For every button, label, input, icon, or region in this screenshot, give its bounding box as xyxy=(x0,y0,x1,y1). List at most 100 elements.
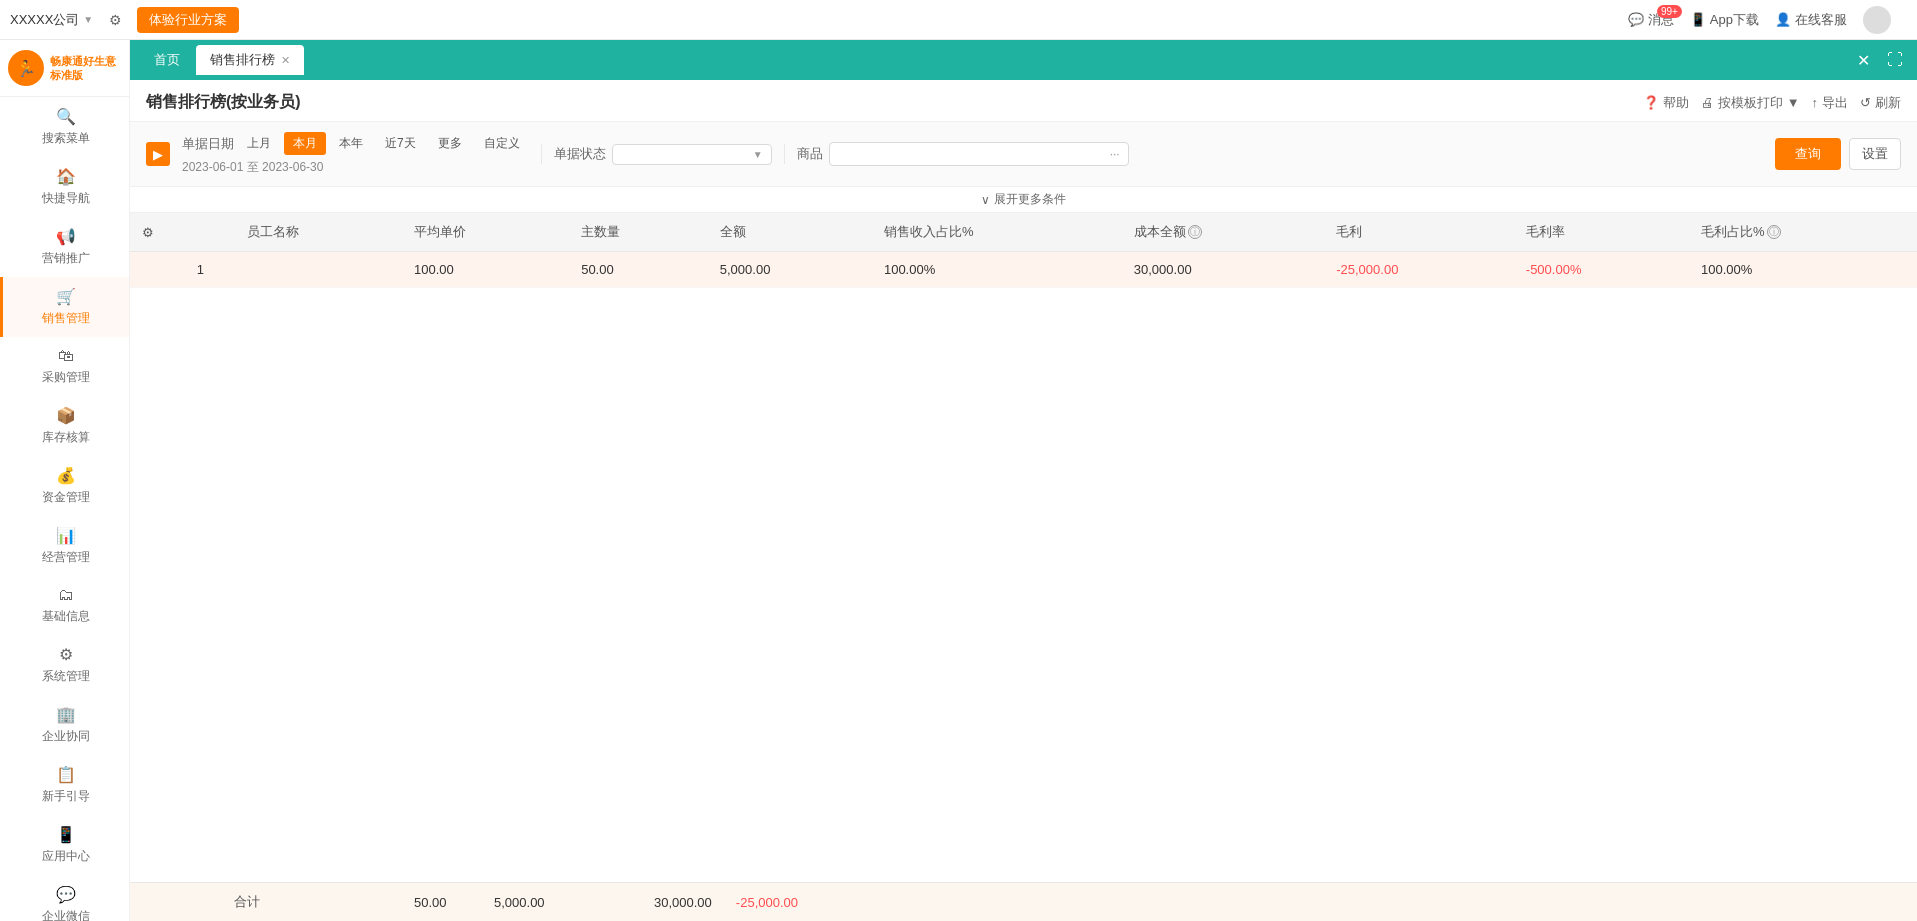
sidebar-item-wechat[interactable]: 💬 企业微信 xyxy=(0,875,129,921)
col-employee: 员工名称 xyxy=(235,213,402,252)
sidebar-logo: 🏃 畅康通好生意 标准版 xyxy=(0,40,129,97)
finance-icon: 💰 xyxy=(56,466,76,485)
message-badge: 99+ xyxy=(1657,5,1682,18)
filter-separator-2 xyxy=(784,144,785,164)
sidebar-item-finance[interactable]: 💰 资金管理 xyxy=(0,456,129,516)
tab-close-icon[interactable]: ✕ xyxy=(281,54,290,67)
wechat-icon: 💬 xyxy=(56,885,76,904)
sidebar-label-quick-nav: 快捷导航 xyxy=(42,190,90,207)
row-gross-ratio-cell: 100.00% xyxy=(1689,252,1917,288)
sidebar-item-purchase[interactable]: 🛍 采购管理 xyxy=(0,337,129,396)
sidebar-item-business[interactable]: 📊 经营管理 xyxy=(0,516,129,576)
sidebar-item-basic[interactable]: 🗂 基础信息 xyxy=(0,576,129,635)
export-label: 导出 xyxy=(1822,94,1848,112)
goods-more-icon[interactable]: ··· xyxy=(1110,147,1120,161)
online-service-btn[interactable]: 👤 在线客服 xyxy=(1775,11,1847,29)
tab-bar: 首页 销售排行榜 ✕ ✕ ⛶ xyxy=(130,40,1917,80)
page-content: 销售排行榜(按业务员) ❓ 帮助 🖨 按模板打印 ▼ ↑ 导出 xyxy=(130,80,1917,921)
date-filter-group: 单据日期 上月 本月 本年 近7天 更多 自定义 2023-06-01 至 20… xyxy=(182,132,529,176)
company-selector[interactable]: XXXXX公司 ▼ xyxy=(10,11,93,29)
basic-icon: 🗂 xyxy=(58,586,74,604)
col-gross: 毛利 xyxy=(1324,213,1514,252)
content-area: 首页 销售排行榜 ✕ ✕ ⛶ 销售排行榜(按业务员) ❓ 帮助 xyxy=(130,40,1917,921)
export-btn[interactable]: ↑ 导出 xyxy=(1812,94,1849,112)
guide-icon: 📋 xyxy=(56,765,76,784)
row-settings-cell xyxy=(130,252,166,288)
refresh-label: 刷新 xyxy=(1875,94,1901,112)
status-filter-label: 单据状态 xyxy=(554,145,606,163)
sidebar-item-guide[interactable]: 📋 新手引导 xyxy=(0,755,129,815)
sidebar-item-inventory[interactable]: 📦 库存核算 xyxy=(0,396,129,456)
date-btn-7days[interactable]: 近7天 xyxy=(376,132,425,155)
enterprise-icon: 🏢 xyxy=(56,705,76,724)
logo-text: 畅康通好生意 标准版 xyxy=(50,54,116,83)
help-btn[interactable]: ❓ 帮助 xyxy=(1643,94,1689,112)
search-icon: 🔍 xyxy=(56,107,76,126)
sidebar-item-quick-nav[interactable]: 🏠 快捷导航 xyxy=(0,157,129,217)
top-header: XXXXX公司 ▼ ⚙ 体验行业方案 💬 消息 99+ 📱 App下载 👤 在线… xyxy=(0,0,1917,40)
footer-gross: -25,000.00 xyxy=(724,895,810,910)
template-print-btn[interactable]: 🖨 按模板打印 ▼ xyxy=(1701,94,1800,112)
purchase-icon: 🛍 xyxy=(58,347,74,365)
company-name: XXXXX公司 xyxy=(10,11,79,29)
sidebar-label-wechat: 企业微信 xyxy=(42,908,90,921)
filter-separator-1 xyxy=(541,144,542,164)
filter-expand-arrow[interactable]: ▶ xyxy=(146,142,170,166)
print-icon: 🖨 xyxy=(1701,95,1714,110)
sidebar-item-system[interactable]: ⚙ 系统管理 xyxy=(0,635,129,695)
sidebar-item-sales[interactable]: 🛒 销售管理 xyxy=(0,277,129,337)
refresh-btn[interactable]: ↺ 刷新 xyxy=(1860,94,1901,112)
date-btn-this-year[interactable]: 本年 xyxy=(330,132,372,155)
home-icon: 🏠 xyxy=(56,167,76,186)
cost-info-icon[interactable]: ⓘ xyxy=(1188,225,1202,239)
tab-sales-rank[interactable]: 销售排行榜 ✕ xyxy=(196,45,304,75)
row-rank-cell: 1 xyxy=(166,252,235,288)
row-cost-cell: 30,000.00 xyxy=(1122,252,1324,288)
table-header-row: ⚙ 员工名称 平均单价 主数量 全额 销售收入占比% 成本全额 ⓘ xyxy=(130,213,1917,252)
marketing-icon: 📢 xyxy=(56,227,76,246)
row-sales-ratio-cell: 100.00% xyxy=(872,252,1122,288)
row-gross-rate-cell: -500.00% xyxy=(1514,252,1689,288)
row-total-cell: 5,000.00 xyxy=(708,252,872,288)
col-settings[interactable]: ⚙ xyxy=(130,213,166,252)
sidebar-label-purchase: 采购管理 xyxy=(42,369,90,386)
template-print-label: 按模板打印 xyxy=(1718,94,1783,112)
date-btn-more[interactable]: 更多 xyxy=(429,132,471,155)
row-avg-price-cell: 100.00 xyxy=(402,252,569,288)
col-gross-rate: 毛利率 xyxy=(1514,213,1689,252)
sidebar-label-apps: 应用中心 xyxy=(42,848,90,865)
col-rank xyxy=(166,213,235,252)
tab-home[interactable]: 首页 xyxy=(140,45,194,75)
date-btn-this-month[interactable]: 本月 xyxy=(284,132,326,155)
setting-button[interactable]: 设置 xyxy=(1849,138,1901,170)
sidebar-item-marketing[interactable]: 📢 营销推广 xyxy=(0,217,129,277)
trial-button[interactable]: 体验行业方案 xyxy=(137,7,239,33)
gross-ratio-info-icon[interactable]: ⓘ xyxy=(1767,225,1781,239)
avatar[interactable] xyxy=(1863,6,1891,34)
settings-icon[interactable]: ⚙ xyxy=(101,6,129,34)
sidebar-label-system: 系统管理 xyxy=(42,668,90,685)
expand-conditions-btn[interactable]: ∨ 展开更多条件 xyxy=(981,191,1066,208)
message-btn[interactable]: 💬 消息 99+ xyxy=(1628,11,1674,29)
date-btn-custom[interactable]: 自定义 xyxy=(475,132,529,155)
status-select[interactable]: ▼ xyxy=(612,144,772,165)
sales-icon: 🛒 xyxy=(56,287,76,306)
footer-main-qty: 50.00 xyxy=(402,895,482,910)
logo-icon: 🏃 xyxy=(8,50,44,86)
goods-filter-label: 商品 xyxy=(797,145,823,163)
footer-cost: 30,000.00 xyxy=(642,895,724,910)
tab-maximize-icon[interactable]: ⛶ xyxy=(1883,48,1907,72)
sidebar-item-apps[interactable]: 📱 应用中心 xyxy=(0,815,129,875)
help-icon: ❓ xyxy=(1643,95,1659,110)
export-icon: ↑ xyxy=(1812,95,1819,110)
app-download-btn[interactable]: 📱 App下载 xyxy=(1690,11,1759,29)
main-layout: 🏃 畅康通好生意 标准版 🔍 搜索菜单 🏠 快捷导航 📢 营销推广 🛒 销售管理… xyxy=(0,40,1917,921)
date-btn-last-month[interactable]: 上月 xyxy=(238,132,280,155)
col-total: 全额 xyxy=(708,213,872,252)
tab-minimize-icon[interactable]: ✕ xyxy=(1851,48,1875,72)
goods-input[interactable]: ··· xyxy=(829,142,1129,166)
page-title: 销售排行榜(按业务员) xyxy=(146,92,301,113)
query-button[interactable]: 查询 xyxy=(1775,138,1841,170)
sidebar-item-enterprise[interactable]: 🏢 企业协同 xyxy=(0,695,129,755)
sidebar-item-search[interactable]: 🔍 搜索菜单 xyxy=(0,97,129,157)
